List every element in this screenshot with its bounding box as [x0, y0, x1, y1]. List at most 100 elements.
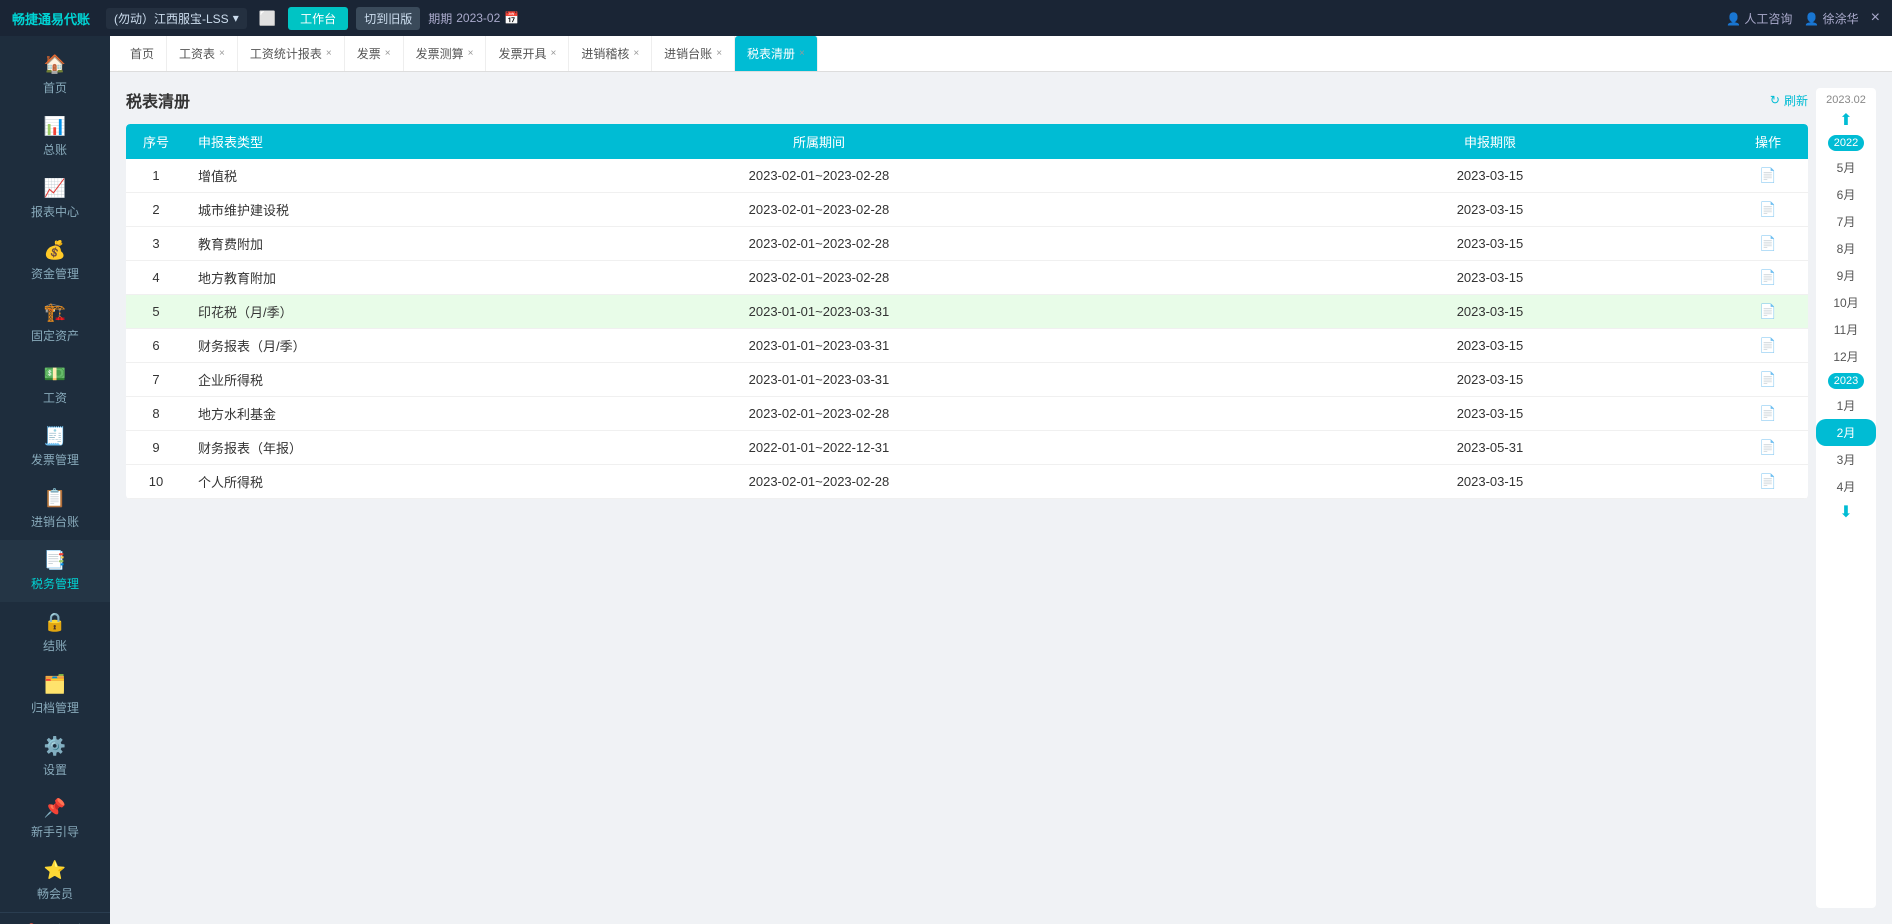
- sidebar-item-fund[interactable]: 💰 资金管理: [0, 230, 110, 292]
- refresh-button[interactable]: ↻ 刷新: [1770, 92, 1808, 109]
- cal-month-6[interactable]: 6月: [1816, 181, 1876, 208]
- cell-no: 2: [126, 193, 186, 227]
- cal-year-2023[interactable]: 2023: [1828, 373, 1864, 389]
- action-icon[interactable]: 📄: [1759, 473, 1776, 489]
- tab-payroll[interactable]: 工资表 ×: [167, 36, 238, 72]
- cal-month-11[interactable]: 11月: [1816, 316, 1876, 343]
- tab-sales-ledger[interactable]: 进销台账 ×: [652, 36, 735, 72]
- cal-month-3[interactable]: 3月: [1816, 446, 1876, 473]
- action-icon[interactable]: 📄: [1759, 439, 1776, 455]
- tab-payroll-stat[interactable]: 工资统计报表 ×: [238, 36, 345, 72]
- cell-type: 地方水利基金: [186, 397, 386, 431]
- action-icon[interactable]: 📄: [1759, 405, 1776, 421]
- content-area: 首页 工资表 × 工资统计报表 × 发票 × 发票测算 × 发票开具 ×: [110, 36, 1892, 924]
- cell-no: 4: [126, 261, 186, 295]
- table-header-row: 序号 申报表类型 所属期间 申报期限 操作: [126, 124, 1808, 159]
- cal-month-7[interactable]: 7月: [1816, 208, 1876, 235]
- tab-close-sales-ledger[interactable]: ×: [716, 48, 722, 59]
- action-icon[interactable]: 📄: [1759, 167, 1776, 183]
- cal-month-5[interactable]: 5月: [1816, 154, 1876, 181]
- action-icon[interactable]: 📄: [1759, 371, 1776, 387]
- sidebar-item-member[interactable]: ⭐ 畅会员: [0, 850, 110, 912]
- action-icon[interactable]: 📄: [1759, 201, 1776, 217]
- sidebar-label-close: 结账: [43, 637, 67, 654]
- cell-no: 9: [126, 431, 186, 465]
- cal-month-8[interactable]: 8月: [1816, 235, 1876, 262]
- cal-month-1[interactable]: 1月: [1816, 392, 1876, 419]
- cell-type: 财务报表（年报）: [186, 431, 386, 465]
- cal-month-4[interactable]: 4月: [1816, 473, 1876, 500]
- tab-tax-register[interactable]: 税表清册 ×: [735, 36, 818, 72]
- tab-close-tax-register[interactable]: ×: [799, 48, 805, 59]
- close-period-icon: 🔒: [44, 612, 66, 633]
- sidebar-item-archive[interactable]: 🗂️ 归档管理: [0, 664, 110, 726]
- cell-type: 地方教育附加: [186, 261, 386, 295]
- cell-no: 8: [126, 397, 186, 431]
- tab-close-invoice[interactable]: ×: [385, 48, 391, 59]
- invoice-icon: 🧾: [44, 426, 66, 447]
- sidebar-item-close[interactable]: 🔒 结账: [0, 602, 110, 664]
- calendar-icon[interactable]: 📅: [504, 11, 519, 25]
- sidebar-item-invoice[interactable]: 🧾 发票管理: [0, 416, 110, 478]
- cal-month-2-active[interactable]: 2月: [1816, 419, 1876, 446]
- cal-year-2022[interactable]: 2022: [1828, 135, 1864, 151]
- company-name: (勿动）江西服宝-LSS: [114, 10, 229, 27]
- sidebar-item-home[interactable]: 🏠 首页: [0, 44, 110, 106]
- tab-invoice[interactable]: 发票 ×: [345, 36, 404, 72]
- sidebar-item-settings[interactable]: ⚙️ 设置: [0, 726, 110, 788]
- top-close-button[interactable]: ×: [1871, 9, 1880, 27]
- period-display: 期期 2023-02 📅: [428, 10, 519, 27]
- workbench-button[interactable]: 工作台: [288, 7, 348, 30]
- tab-close-payroll-stat[interactable]: ×: [326, 48, 332, 59]
- cal-down-icon[interactable]: ⬇: [1837, 500, 1854, 524]
- copy-icon[interactable]: ⬜: [255, 8, 280, 29]
- top-right: 👤 人工咨询 👤 徐涂华 ×: [1726, 9, 1880, 27]
- switch-old-button[interactable]: 切到旧版: [356, 7, 420, 30]
- action-icon[interactable]: 📄: [1759, 269, 1776, 285]
- sidebar-item-tax[interactable]: 📑 税务管理: [0, 540, 110, 602]
- sidebar-item-guide[interactable]: 📌 新手引导: [0, 788, 110, 850]
- tab-close-payroll[interactable]: ×: [219, 48, 225, 59]
- sidebar-item-asset[interactable]: 🏗️ 固定资产: [0, 292, 110, 354]
- tab-close-invoice-open[interactable]: ×: [550, 48, 556, 59]
- cell-period: 2023-02-01~2023-02-28: [386, 227, 1252, 261]
- action-icon[interactable]: 📄: [1759, 303, 1776, 319]
- cal-month-10[interactable]: 10月: [1816, 289, 1876, 316]
- settings-icon: ⚙️: [44, 736, 66, 757]
- tab-close-purchase-audit[interactable]: ×: [633, 48, 639, 59]
- fund-icon: 💰: [44, 240, 66, 261]
- cal-month-9[interactable]: 9月: [1816, 262, 1876, 289]
- sidebar-label-fund: 资金管理: [31, 265, 79, 282]
- sidebar-item-ledger[interactable]: 📊 总账: [0, 106, 110, 168]
- action-icon[interactable]: 📄: [1759, 337, 1776, 353]
- report-icon: 📈: [44, 178, 66, 199]
- company-selector[interactable]: (勿动）江西服宝-LSS ▾: [106, 8, 247, 29]
- tab-purchase-audit[interactable]: 进销稽核 ×: [569, 36, 652, 72]
- page-content: 税表清册 ↻ 刷新 序号 申报表类型 所属期间 申报期限: [110, 72, 1892, 924]
- calendar-panel: 2023.02 ⬆ 2022 5月 6月 7月 8月 9月 10月 11月 12…: [1816, 88, 1876, 908]
- sidebar-item-sales[interactable]: 📋 进销台账: [0, 478, 110, 540]
- tab-close-invoice-calc[interactable]: ×: [468, 48, 474, 59]
- sidebar-item-report[interactable]: 📈 报表中心: [0, 168, 110, 230]
- sidebar-item-payroll[interactable]: 💵 工资: [0, 354, 110, 416]
- tab-invoice-calc[interactable]: 发票测算 ×: [404, 36, 487, 72]
- cell-type: 财务报表（月/季）: [186, 329, 386, 363]
- home-icon: 🏠: [44, 54, 66, 75]
- cell-no: 7: [126, 363, 186, 397]
- user-profile[interactable]: 👤 徐涂华: [1804, 10, 1858, 27]
- ai-consult[interactable]: 👤 人工咨询: [1726, 10, 1792, 27]
- cell-action: 📄: [1728, 193, 1808, 227]
- avatar-icon: 👤: [1804, 12, 1819, 26]
- cell-deadline: 2023-03-15: [1252, 227, 1728, 261]
- cal-month-12[interactable]: 12月: [1816, 343, 1876, 370]
- cell-type: 个人所得税: [186, 465, 386, 499]
- table-row: 1 增值税 2023-02-01~2023-02-28 2023-03-15 📄: [126, 159, 1808, 193]
- cal-up-icon[interactable]: ⬆: [1837, 108, 1854, 132]
- cell-action: 📄: [1728, 465, 1808, 499]
- cell-type: 印花税（月/季）: [186, 295, 386, 329]
- tab-invoice-open[interactable]: 发票开具 ×: [486, 36, 569, 72]
- cell-type: 增值税: [186, 159, 386, 193]
- cell-action: 📄: [1728, 397, 1808, 431]
- action-icon[interactable]: 📄: [1759, 235, 1776, 251]
- tab-home[interactable]: 首页: [118, 36, 167, 72]
